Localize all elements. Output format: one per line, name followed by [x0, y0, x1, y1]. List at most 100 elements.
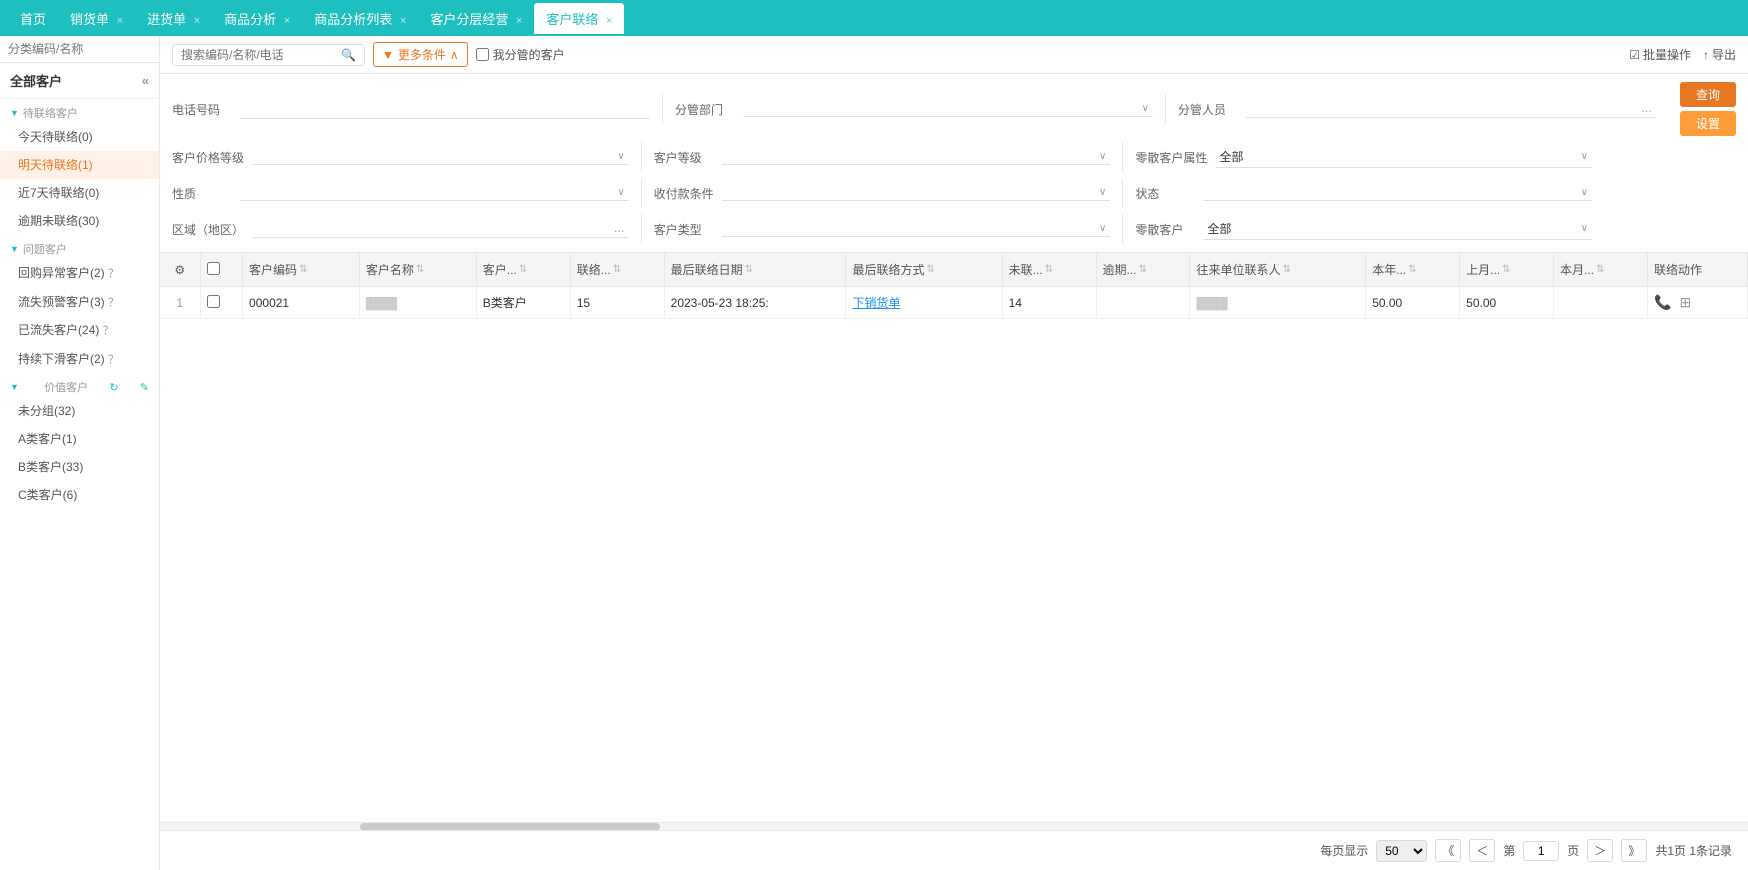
filter-person: 分管人员 …	[1178, 101, 1656, 118]
filter-customer-type-select[interactable]: ∨	[722, 221, 1111, 237]
page-number-input[interactable]	[1523, 841, 1559, 861]
more-filter-btn[interactable]: ▼ 更多条件 ∧	[373, 42, 468, 67]
set-btn[interactable]: 设置	[1680, 111, 1736, 136]
left-sidebar: 🔍 全部客户 « 待联络客户 今天待联络(0) 明天待联络(1) 近7天待联络(…	[0, 36, 160, 870]
sort-no-contact-icon[interactable]: ⇅	[1045, 264, 1053, 275]
td-last-method-link[interactable]: 下销货单	[852, 296, 900, 310]
filter-divider-8	[1122, 214, 1123, 244]
main-search-input[interactable]	[181, 48, 341, 62]
filter-retail-attr-select[interactable]: 全部 ∨	[1215, 146, 1592, 168]
sort-last-month-icon[interactable]: ⇅	[1502, 264, 1510, 275]
nav-product-analysis-close[interactable]: ×	[284, 15, 290, 27]
filter-region-select[interactable]: …	[252, 221, 629, 238]
th-contact: 联络... ⇅	[570, 253, 664, 287]
td-this-year: 50.00	[1366, 287, 1460, 319]
td-checkbox	[200, 287, 243, 319]
select-all-checkbox[interactable]	[207, 262, 220, 275]
filter-retail: 零散客户 全部 ∨	[1135, 218, 1592, 240]
last-page-btn[interactable]: 》	[1621, 839, 1647, 862]
sidebar-value-refresh[interactable]: ↻	[109, 381, 118, 394]
first-page-btn[interactable]: 《	[1435, 839, 1461, 862]
filter-phone-input[interactable]	[240, 100, 650, 119]
sidebar-item-7days[interactable]: 近7天待联络(0)	[0, 179, 159, 207]
horizontal-scrollbar[interactable]	[160, 822, 1748, 830]
sort-this-month-icon[interactable]: ⇅	[1596, 264, 1604, 275]
sidebar-item-churned[interactable]: 已流失客户(24) ？	[0, 316, 159, 345]
next-page-btn[interactable]: ＞	[1587, 839, 1613, 862]
nav-customer-segment-close[interactable]: ×	[516, 15, 522, 27]
nav-sales[interactable]: 销货单 ×	[58, 3, 135, 34]
sidebar-search-input[interactable]	[8, 42, 160, 56]
sidebar-item-class-a[interactable]: A类客户(1)	[0, 425, 159, 453]
sidebar-all-customers[interactable]: 全部客户 «	[0, 63, 159, 99]
prev-page-btn[interactable]: ＜	[1469, 839, 1495, 862]
sidebar-item-churn-warn[interactable]: 流失预警客户(3) ？	[0, 288, 159, 317]
th-action: 联络动作	[1648, 253, 1748, 287]
filter-status-select[interactable]: ∨	[1203, 185, 1592, 201]
filter-dept-select[interactable]: ∨	[743, 101, 1153, 117]
nav-home[interactable]: 首页	[8, 3, 58, 34]
filter-nature-select[interactable]: ∨	[240, 185, 629, 201]
sort-this-year-icon[interactable]: ⇅	[1408, 264, 1416, 275]
filter-price-grade: 客户价格等级 ∨	[172, 149, 629, 166]
gear-icon[interactable]: ⚙	[174, 263, 185, 277]
total-label: 共1页 1条记录	[1655, 842, 1732, 859]
sidebar-item-tomorrow[interactable]: 明天待联络(1)	[0, 151, 159, 179]
filter-price-grade-select[interactable]: ∨	[252, 149, 629, 165]
per-page-select[interactable]: 50 100 200	[1376, 840, 1427, 862]
filter-payment-label: 收付款条件	[654, 185, 714, 202]
sort-name-icon[interactable]: ⇅	[416, 264, 424, 275]
my-customers-checkbox-label[interactable]: 我分管的客户	[476, 46, 565, 63]
sidebar-item-declining[interactable]: 持续下滑客户(2) ？	[0, 345, 159, 374]
filter-dept-arrow: ∨	[1142, 103, 1149, 114]
my-customers-checkbox[interactable]	[476, 48, 489, 61]
sidebar-item-abnormal[interactable]: 回购异常客户(2) ？	[0, 259, 159, 288]
row-checkbox[interactable]	[207, 295, 220, 308]
filter-payment-select[interactable]: ∨	[722, 185, 1111, 201]
top-nav: 首页 销货单 × 进货单 × 商品分析 × 商品分析列表 × 客户分层经营 × …	[0, 0, 1748, 36]
sort-type-icon[interactable]: ⇅	[519, 264, 527, 275]
query-btn[interactable]: 查询	[1680, 82, 1736, 107]
filter-divider-7	[641, 214, 642, 244]
nav-product-list-close[interactable]: ×	[400, 15, 406, 27]
sidebar-item-overdue[interactable]: 逾期未联络(30)	[0, 207, 159, 235]
td-company-contact-blur: ████	[1196, 298, 1227, 310]
sidebar-value-edit[interactable]: ✎	[140, 381, 149, 394]
filter-customer-type-arrow: ∨	[1099, 223, 1106, 234]
sort-contact-icon[interactable]: ⇅	[613, 264, 621, 275]
nav-customer-contact-close[interactable]: ×	[606, 15, 612, 27]
sidebar-item-today[interactable]: 今天待联络(0)	[0, 123, 159, 151]
nav-purchase-close[interactable]: ×	[194, 15, 200, 27]
filter-retail-select[interactable]: 全部 ∨	[1203, 218, 1592, 240]
action-phone-icon[interactable]: 📞	[1654, 294, 1671, 311]
td-company-contact: ████	[1190, 287, 1366, 319]
td-name-blur: ████	[366, 298, 397, 310]
nav-customer-contact[interactable]: 客户联络 ×	[534, 3, 624, 34]
nav-sales-close[interactable]: ×	[117, 15, 123, 27]
th-code: 客户编码 ⇅	[243, 253, 360, 287]
filter-person-select[interactable]: …	[1246, 101, 1656, 118]
main-search-icon[interactable]: 🔍	[341, 48, 356, 62]
sort-overdue-icon[interactable]: ⇅	[1139, 264, 1147, 275]
sort-code-icon[interactable]: ⇅	[299, 264, 307, 275]
filter-customer-grade-select[interactable]: ∨	[722, 149, 1111, 165]
table-header-row: ⚙ 客户编码 ⇅ 客户名称	[160, 253, 1748, 287]
sidebar-item-ungroup[interactable]: 未分组(32)	[0, 397, 159, 425]
batch-op-btn[interactable]: ☑ 批量操作	[1629, 46, 1691, 63]
nav-product-list[interactable]: 商品分析列表 ×	[302, 3, 418, 34]
sidebar-item-class-c[interactable]: C类客户(6)	[0, 481, 159, 509]
sort-company-contact-icon[interactable]: ⇅	[1282, 264, 1290, 275]
sort-method-icon[interactable]: ⇅	[926, 264, 934, 275]
action-grid-icon[interactable]: ⊞	[1679, 294, 1691, 311]
sidebar-item-class-b[interactable]: B类客户(33)	[0, 453, 159, 481]
th-last-month: 上月... ⇅	[1460, 253, 1554, 287]
nav-purchase[interactable]: 进货单 ×	[135, 3, 212, 34]
sort-date-icon[interactable]: ⇅	[745, 264, 753, 275]
sidebar-collapse-icon[interactable]: «	[142, 73, 149, 88]
filter-row-1: 电话号码 分管部门 ∨ 分管人员 …	[172, 82, 1736, 136]
nav-customer-segment[interactable]: 客户分层经营 ×	[418, 3, 534, 34]
export-btn[interactable]: ↑ 导出	[1703, 46, 1736, 63]
th-gear[interactable]: ⚙	[160, 253, 200, 287]
filter-payment-arrow: ∨	[1099, 187, 1106, 198]
nav-product-analysis[interactable]: 商品分析 ×	[212, 3, 302, 34]
